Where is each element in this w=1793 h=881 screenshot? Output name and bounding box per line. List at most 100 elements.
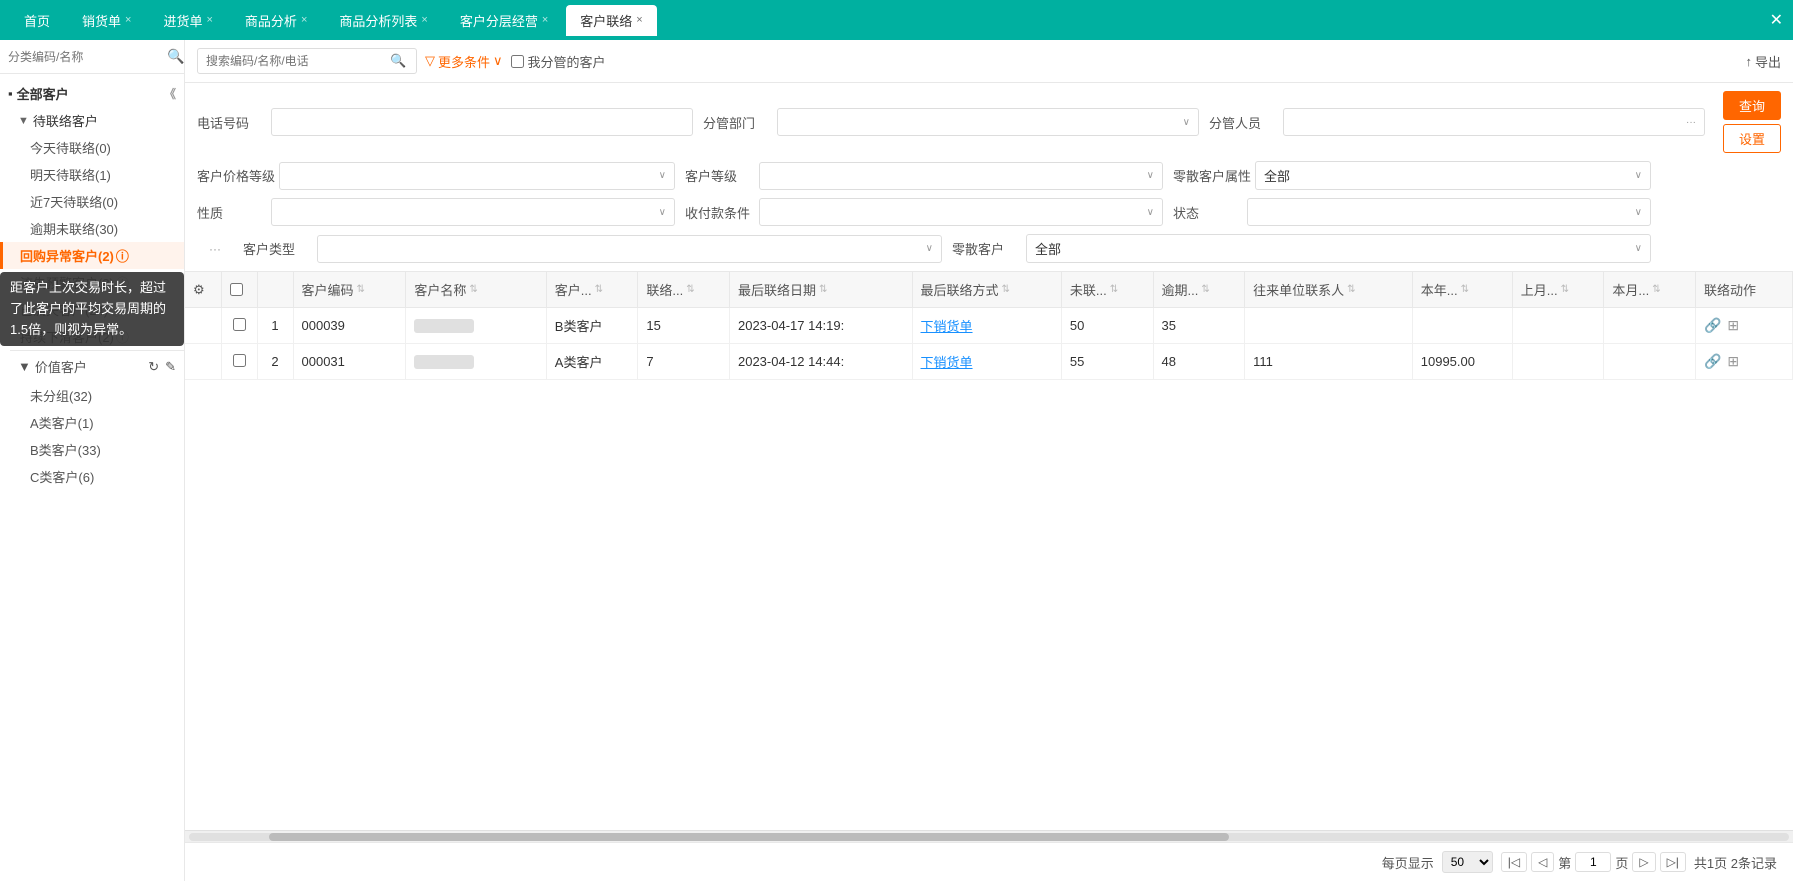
sidebar-root[interactable]: ▪ 全部客户 《 <box>0 80 184 107</box>
close-sales-order-icon[interactable]: × <box>125 14 131 26</box>
sort-icon-date: ⇅ <box>819 284 827 295</box>
row2-name-blurred <box>414 355 474 369</box>
row2-last-month <box>1512 344 1604 380</box>
sort-icon-method: ⇅ <box>1002 284 1010 295</box>
retail-attr-select[interactable]: 全部 ∨ <box>1255 161 1651 190</box>
arrow-down-icon-2: ▼ <box>18 359 31 374</box>
col-header-last-date[interactable]: 最后联络日期⇅ <box>729 272 912 308</box>
col-header-overdue[interactable]: 逾期...⇅ <box>1153 272 1245 308</box>
col-header-this-month[interactable]: 本月...⇅ <box>1604 272 1696 308</box>
sort-icon-tmonth: ⇅ <box>1652 284 1660 295</box>
nav-customer-tier[interactable]: 客户分层经营 × <box>446 5 562 36</box>
sidebar-item-7days[interactable]: 近7天待联络(0) <box>10 188 184 215</box>
edit-icon[interactable]: ✎ <box>165 359 176 375</box>
query-button[interactable]: 查询 <box>1723 91 1781 120</box>
sidebar: 🔍 ▪ 全部客户 《 ▼ 待联络客户 今天待联络(0) 明天待联络(1) 近7天… <box>0 40 185 881</box>
filter-type: 客户类型 ∨ <box>243 235 942 263</box>
collapse-icon[interactable]: 《 <box>164 85 176 102</box>
scrollbar-thumb[interactable] <box>269 833 1229 841</box>
row2-check <box>221 344 257 380</box>
row1-grid-icon[interactable]: ⊞ <box>1727 317 1739 334</box>
col-header-last-month[interactable]: 上月...⇅ <box>1512 272 1604 308</box>
row2-no: 2 <box>257 344 293 380</box>
sidebar-search-input[interactable] <box>8 50 163 64</box>
col-header-last-method[interactable]: 最后联络方式⇅ <box>912 272 1061 308</box>
sidebar-item-c-class[interactable]: C类客户(6) <box>10 463 184 490</box>
row2-grid-icon[interactable]: ⊞ <box>1727 353 1739 370</box>
sidebar-value-header[interactable]: ▼ 价值客户 ↻ ✎ <box>10 350 184 382</box>
sidebar-item-b-class[interactable]: B类客户(33) <box>10 436 184 463</box>
type-select[interactable]: ∨ <box>317 235 942 263</box>
sort-icon-unpaid: ⇅ <box>1110 284 1118 295</box>
select-all-checkbox[interactable] <box>230 283 243 296</box>
search-icon[interactable]: 🔍 <box>390 53 406 69</box>
nav-purchase-order[interactable]: 进货单 × <box>149 5 226 36</box>
filter-row-3: 性质 ∨ 收付款条件 ∨ 状态 <box>197 198 1781 226</box>
search-box: 🔍 <box>197 48 417 74</box>
page-input[interactable] <box>1575 852 1611 872</box>
close-window-icon[interactable]: ✕ <box>1770 10 1783 30</box>
sidebar-item-tomorrow[interactable]: 明天待联络(1) <box>10 161 184 188</box>
row1-last-date: 2023-04-17 14:19: <box>729 308 912 344</box>
row2-checkbox[interactable] <box>233 354 246 367</box>
col-header-setting[interactable]: ⚙ <box>185 272 221 308</box>
close-product-analysis-icon[interactable]: × <box>301 14 307 26</box>
sidebar-group-value: ▼ 价值客户 ↻ ✎ 未分组(32) A类客户(1) B类客户(33) C类客户… <box>0 350 184 490</box>
col-header-unpaid[interactable]: 未联...⇅ <box>1061 272 1153 308</box>
nav-sales-order[interactable]: 销货单 × <box>68 5 145 36</box>
row2-name <box>406 344 546 380</box>
payment-select[interactable]: ∨ <box>759 198 1163 226</box>
horizontal-scrollbar[interactable] <box>185 830 1793 842</box>
dept-select[interactable]: ∨ <box>777 108 1199 136</box>
my-customer-checkbox[interactable] <box>511 55 524 68</box>
first-page-btn[interactable]: |◁ <box>1501 852 1527 872</box>
col-header-code[interactable]: 客户编码⇅ <box>293 272 406 308</box>
more-conditions-btn[interactable]: ▽ 更多条件 ∨ <box>425 52 503 71</box>
status-select[interactable]: ∨ <box>1247 198 1651 226</box>
col-header-unit-contact[interactable]: 往来单位联系人⇅ <box>1245 272 1413 308</box>
col-header-contact[interactable]: 联络...⇅ <box>638 272 730 308</box>
sidebar-item-overdue[interactable]: 逾期未联络(30) <box>10 215 184 242</box>
setting-button[interactable]: 设置 <box>1723 124 1781 153</box>
more-link[interactable]: ··· <box>205 242 225 256</box>
sidebar-item-ungrouped[interactable]: 未分组(32) <box>10 382 184 409</box>
chevron-down-icon: ∨ <box>493 53 503 69</box>
sidebar-item-repurchase-anomaly[interactable]: 回购异常客户(2) ⓘ <box>0 242 184 269</box>
next-page-btn[interactable]: ▷ <box>1632 852 1655 872</box>
last-page-btn[interactable]: ▷| <box>1660 852 1686 872</box>
sidebar-search-icon[interactable]: 🔍 <box>167 48 184 65</box>
sidebar-item-a-class[interactable]: A类客户(1) <box>10 409 184 436</box>
prev-page-btn[interactable]: ◁ <box>1531 852 1554 872</box>
close-product-list-icon[interactable]: × <box>421 14 427 26</box>
manager-select[interactable]: ··· <box>1283 108 1705 136</box>
filter-retail-attr: 零散客户属性 全部 ∨ <box>1173 161 1651 190</box>
nav-home[interactable]: 首页 <box>10 5 64 36</box>
refresh-icon[interactable]: ↻ <box>148 359 159 375</box>
per-page-select[interactable]: 50 20 100 <box>1442 851 1493 873</box>
col-header-year[interactable]: 本年...⇅ <box>1412 272 1512 308</box>
search-input[interactable] <box>206 54 386 68</box>
sidebar-item-today[interactable]: 今天待联络(0) <box>10 134 184 161</box>
nav-customer-contact[interactable]: 客户联络 × <box>566 5 656 36</box>
sidebar-group-header-pending[interactable]: ▼ 待联络客户 <box>10 107 184 134</box>
close-purchase-order-icon[interactable]: × <box>206 14 212 26</box>
export-btn[interactable]: ↑ 导出 <box>1745 52 1781 71</box>
retail-select[interactable]: 全部 ∨ <box>1026 234 1651 263</box>
nav-product-analysis[interactable]: 商品分析 × <box>231 5 321 36</box>
row2-last-date: 2023-04-12 14:44: <box>729 344 912 380</box>
customer-level-select[interactable]: ∨ <box>759 162 1163 190</box>
filter-customer-level: 客户等级 ∨ <box>685 162 1163 190</box>
nav-product-analysis-list[interactable]: 商品分析列表 × <box>325 5 441 36</box>
col-header-category[interactable]: 客户...⇅ <box>546 272 638 308</box>
close-customer-contact-icon[interactable]: × <box>636 14 642 26</box>
gender-select[interactable]: ∨ <box>271 198 675 226</box>
phone-input[interactable] <box>271 108 693 136</box>
row1-link-icon[interactable]: 🔗 <box>1704 317 1721 334</box>
price-level-select[interactable]: ∨ <box>279 162 675 190</box>
col-header-name[interactable]: 客户名称⇅ <box>406 272 546 308</box>
row2-link-icon[interactable]: 🔗 <box>1704 353 1721 370</box>
row1-checkbox[interactable] <box>233 318 246 331</box>
filter-price-level: 客户价格等级 ∨ <box>197 162 675 190</box>
row2-this-month <box>1604 344 1696 380</box>
close-customer-tier-icon[interactable]: × <box>542 14 548 26</box>
